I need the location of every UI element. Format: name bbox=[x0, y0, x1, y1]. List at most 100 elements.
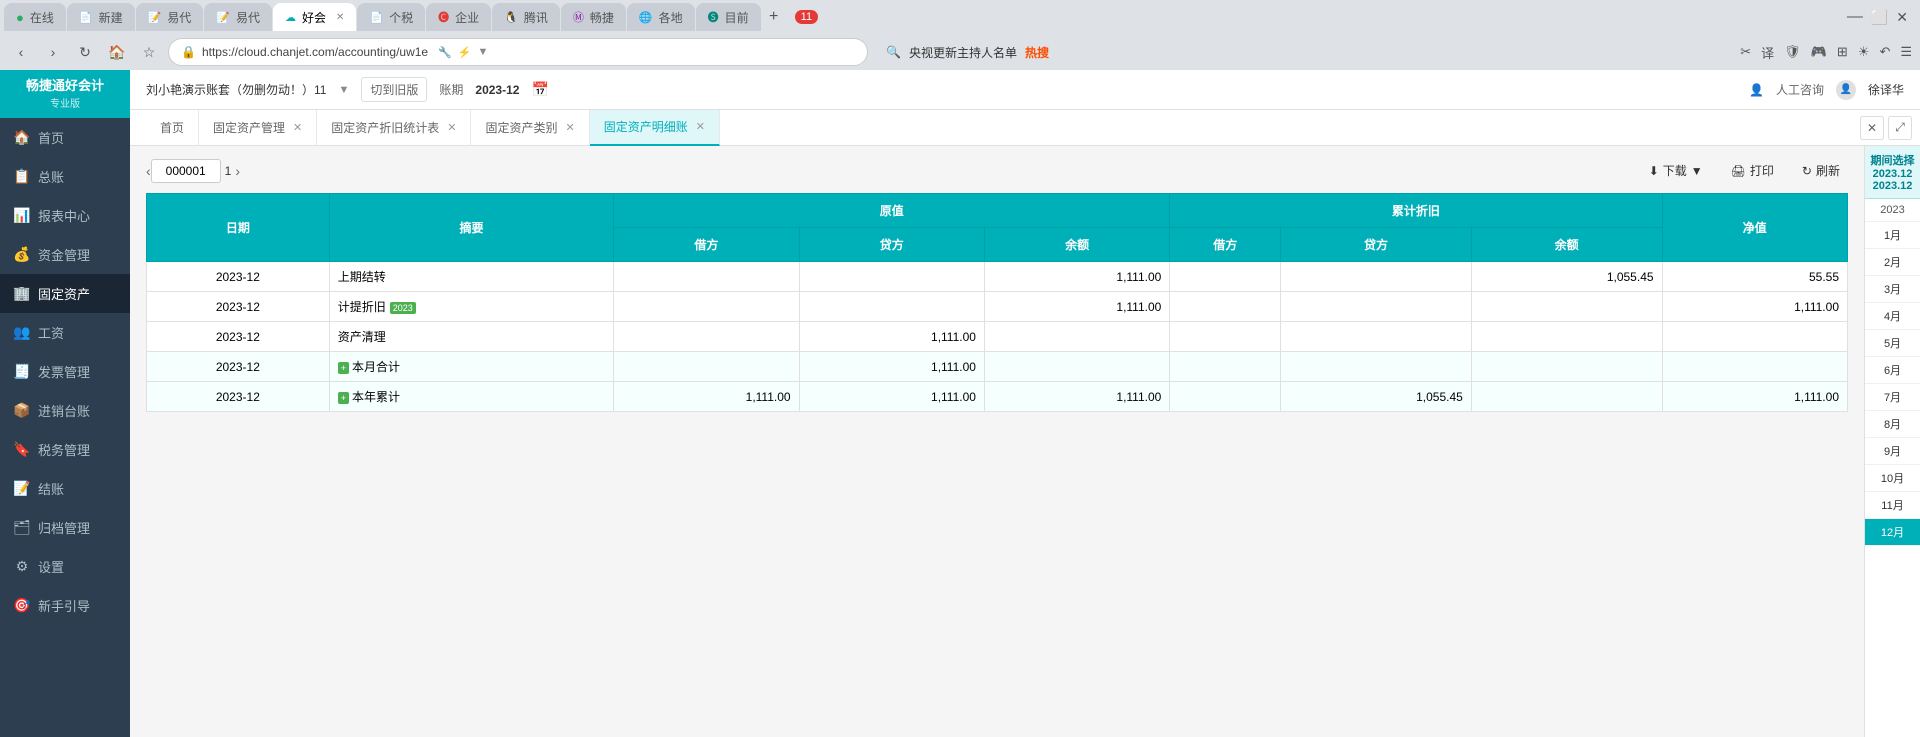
period-month-item[interactable]: 3月 bbox=[1865, 276, 1920, 303]
switch-version-btn[interactable]: 切到旧版 bbox=[361, 77, 427, 102]
browser-tab-geshui[interactable]: 📄 个税 bbox=[357, 3, 425, 31]
game-icon[interactable]: 🎮 bbox=[1811, 44, 1827, 60]
tab-close-fixed-assets-mgmt[interactable]: ✕ bbox=[293, 121, 302, 134]
browser-tab-haohui[interactable]: ☁ 好会 ✕ bbox=[273, 3, 356, 31]
cell-net-value bbox=[1662, 322, 1847, 352]
tab-asset-detail[interactable]: 固定资产明细账 ✕ bbox=[590, 110, 720, 146]
home-button[interactable]: 🏠 bbox=[104, 39, 130, 65]
grid-icon[interactable]: ⊞ bbox=[1837, 44, 1848, 60]
expand-tab-btn[interactable]: ⤢ bbox=[1888, 116, 1912, 140]
tab-depreciation-summary[interactable]: 固定资产折旧统计表 ✕ bbox=[317, 110, 471, 146]
content-area: ‹ 1 › ⬇ 下载 ▼ 🖨 打印 bbox=[130, 146, 1920, 737]
sidebar-item-invoice[interactable]: 🧾 发票管理 bbox=[0, 352, 130, 391]
sidebar-item-reports[interactable]: 📊 报表中心 bbox=[0, 196, 130, 235]
bookmark-button[interactable]: ☆ bbox=[136, 39, 162, 65]
browser-tab-online[interactable]: ● 在线 bbox=[4, 3, 66, 31]
calendar-icon[interactable]: 📅 bbox=[531, 81, 548, 98]
browser-minimize-btn[interactable]: — bbox=[1847, 8, 1863, 26]
search-area[interactable]: 🔍 央视更新主持人名单 热搜 bbox=[886, 44, 1049, 61]
address-box[interactable]: 🔒 https://cloud.chanjet.com/accounting/u… bbox=[168, 38, 868, 66]
browser-tab-new[interactable]: 📄 新建 bbox=[67, 3, 135, 31]
sidebar-item-funds[interactable]: 💰 资金管理 bbox=[0, 235, 130, 274]
menu-icon[interactable]: ☰ bbox=[1900, 44, 1912, 60]
period-month-item[interactable]: 8月 bbox=[1865, 411, 1920, 438]
tab-fixed-assets-mgmt[interactable]: 固定资产管理 ✕ bbox=[199, 110, 317, 146]
refresh-btn[interactable]: ↻ 刷新 bbox=[1794, 158, 1848, 183]
sidebar-item-inventory[interactable]: 📦 进销台账 bbox=[0, 391, 130, 430]
browser-tab-close[interactable]: ✕ bbox=[336, 12, 344, 23]
browser-tab-gedi[interactable]: 🌐 各地 bbox=[627, 3, 695, 31]
sidebar-label-inventory: 进销台账 bbox=[38, 401, 90, 420]
sidebar-item-fixed-assets[interactable]: 🏢 固定资产 bbox=[0, 274, 130, 313]
browser-close-btn[interactable]: ✕ bbox=[1896, 9, 1908, 26]
forward-button[interactable]: › bbox=[40, 39, 66, 65]
browser-tab-muqian[interactable]: 🅢 目前 bbox=[696, 3, 761, 31]
sidebar-label-archive: 归档管理 bbox=[38, 518, 90, 537]
period-month-item[interactable]: 9月 bbox=[1865, 438, 1920, 465]
table-row[interactable]: 2023-12 资产清理 1,111.00 bbox=[147, 322, 1848, 352]
sidebar-item-payroll[interactable]: 👥 工资 bbox=[0, 313, 130, 352]
cell-orig-balance bbox=[984, 322, 1169, 352]
cell-date: 2023-12 bbox=[147, 382, 330, 412]
customer-service-icon: 👤 bbox=[1749, 83, 1764, 97]
close-tab-btn[interactable]: ✕ bbox=[1860, 116, 1884, 140]
table-row[interactable]: 2023-12 上期结转 1,111.00 1,055.45 55.55 bbox=[147, 262, 1848, 292]
browser-tab-changjie[interactable]: Ⓜ 畅捷 bbox=[561, 3, 626, 31]
back-button[interactable]: ‹ bbox=[8, 39, 34, 65]
tab-asset-category[interactable]: 固定资产类别 ✕ bbox=[471, 110, 589, 146]
funds-icon: 💰 bbox=[14, 246, 30, 262]
translate-icon[interactable]: 译 bbox=[1761, 43, 1774, 62]
sidebar-item-guide[interactable]: 🎯 新手引导 bbox=[0, 586, 130, 625]
new-tab-button[interactable]: + bbox=[762, 5, 786, 29]
next-record-btn[interactable]: › bbox=[235, 163, 240, 179]
customer-service-text[interactable]: 人工咨询 bbox=[1776, 81, 1824, 98]
period-month-item[interactable]: 4月 bbox=[1865, 303, 1920, 330]
period-month-item[interactable]: 11月 bbox=[1865, 492, 1920, 519]
period-month-item[interactable]: 1月 bbox=[1865, 222, 1920, 249]
table-row[interactable]: 2023-12 +本年累计 1,111.00 1,111.00 1,111.00… bbox=[147, 382, 1848, 412]
sidebar-item-closing[interactable]: 📝 结账 bbox=[0, 469, 130, 508]
scissors-icon[interactable]: ✂ bbox=[1740, 44, 1751, 60]
shield-icon[interactable]: 🛡 bbox=[1784, 44, 1801, 60]
home-icon: 🏠 bbox=[14, 129, 30, 145]
record-id-input[interactable] bbox=[151, 159, 221, 183]
table-row[interactable]: 2023-12 +本月合计 1,111.00 bbox=[147, 352, 1848, 382]
prev-record-btn[interactable]: ‹ bbox=[146, 163, 151, 179]
cell-summary: 计提折旧2023 bbox=[329, 292, 613, 322]
cell-date: 2023-12 bbox=[147, 292, 330, 322]
tab-home[interactable]: 首页 bbox=[146, 110, 199, 146]
period-month-item[interactable]: 12月 bbox=[1865, 519, 1920, 546]
inventory-icon: 📦 bbox=[14, 402, 30, 418]
tab-close-depreciation-summary[interactable]: ✕ bbox=[447, 121, 456, 134]
theme-icon[interactable]: ☀ bbox=[1858, 44, 1870, 60]
browser-maximize-btn[interactable]: ⬜ bbox=[1871, 9, 1888, 26]
download-btn[interactable]: ⬇ 下载 ▼ bbox=[1641, 158, 1711, 183]
browser-tab-qiye[interactable]: 🅒 企业 bbox=[426, 3, 491, 31]
tab-close-asset-category[interactable]: ✕ bbox=[566, 121, 575, 134]
username[interactable]: 徐译华 bbox=[1868, 81, 1904, 98]
sidebar-item-tax[interactable]: 🔖 税务管理 bbox=[0, 430, 130, 469]
cell-orig-balance: 1,111.00 bbox=[984, 292, 1169, 322]
period-month-item[interactable]: 6月 bbox=[1865, 357, 1920, 384]
period-month-item[interactable]: 5月 bbox=[1865, 330, 1920, 357]
browser-tab-yidai1[interactable]: 📝 易代 bbox=[136, 3, 204, 31]
sidebar-item-settings[interactable]: ⚙ 设置 bbox=[0, 547, 130, 586]
browser-tab-tengxun[interactable]: 🐧 腾讯 bbox=[492, 3, 560, 31]
period-year[interactable]: 2023 bbox=[1865, 199, 1920, 222]
period-month-item[interactable]: 10月 bbox=[1865, 465, 1920, 492]
sidebar-item-archive[interactable]: 🗂 归档管理 bbox=[0, 508, 130, 547]
sidebar-item-home[interactable]: 🏠 首页 bbox=[0, 118, 130, 157]
browser-tab-yidai2[interactable]: 📝 易代 bbox=[204, 3, 272, 31]
download-dropdown-icon[interactable]: ▼ bbox=[1691, 164, 1703, 178]
sidebar-label-payroll: 工资 bbox=[38, 323, 64, 342]
period-month-item[interactable]: 2月 bbox=[1865, 249, 1920, 276]
th-original-value: 原值 bbox=[614, 194, 1170, 228]
tab-close-asset-detail[interactable]: ✕ bbox=[696, 120, 705, 133]
reload-button[interactable]: ↻ bbox=[72, 39, 98, 65]
sidebar-item-general-ledger[interactable]: 📋 总账 bbox=[0, 157, 130, 196]
history-icon[interactable]: ↶ bbox=[1879, 44, 1890, 60]
period-month-item[interactable]: 7月 bbox=[1865, 384, 1920, 411]
table-row[interactable]: 2023-12 计提折旧2023 1,111.00 1,111.00 bbox=[147, 292, 1848, 322]
print-btn[interactable]: 🖨 打印 bbox=[1723, 158, 1782, 183]
cell-acc-debit bbox=[1170, 352, 1281, 382]
